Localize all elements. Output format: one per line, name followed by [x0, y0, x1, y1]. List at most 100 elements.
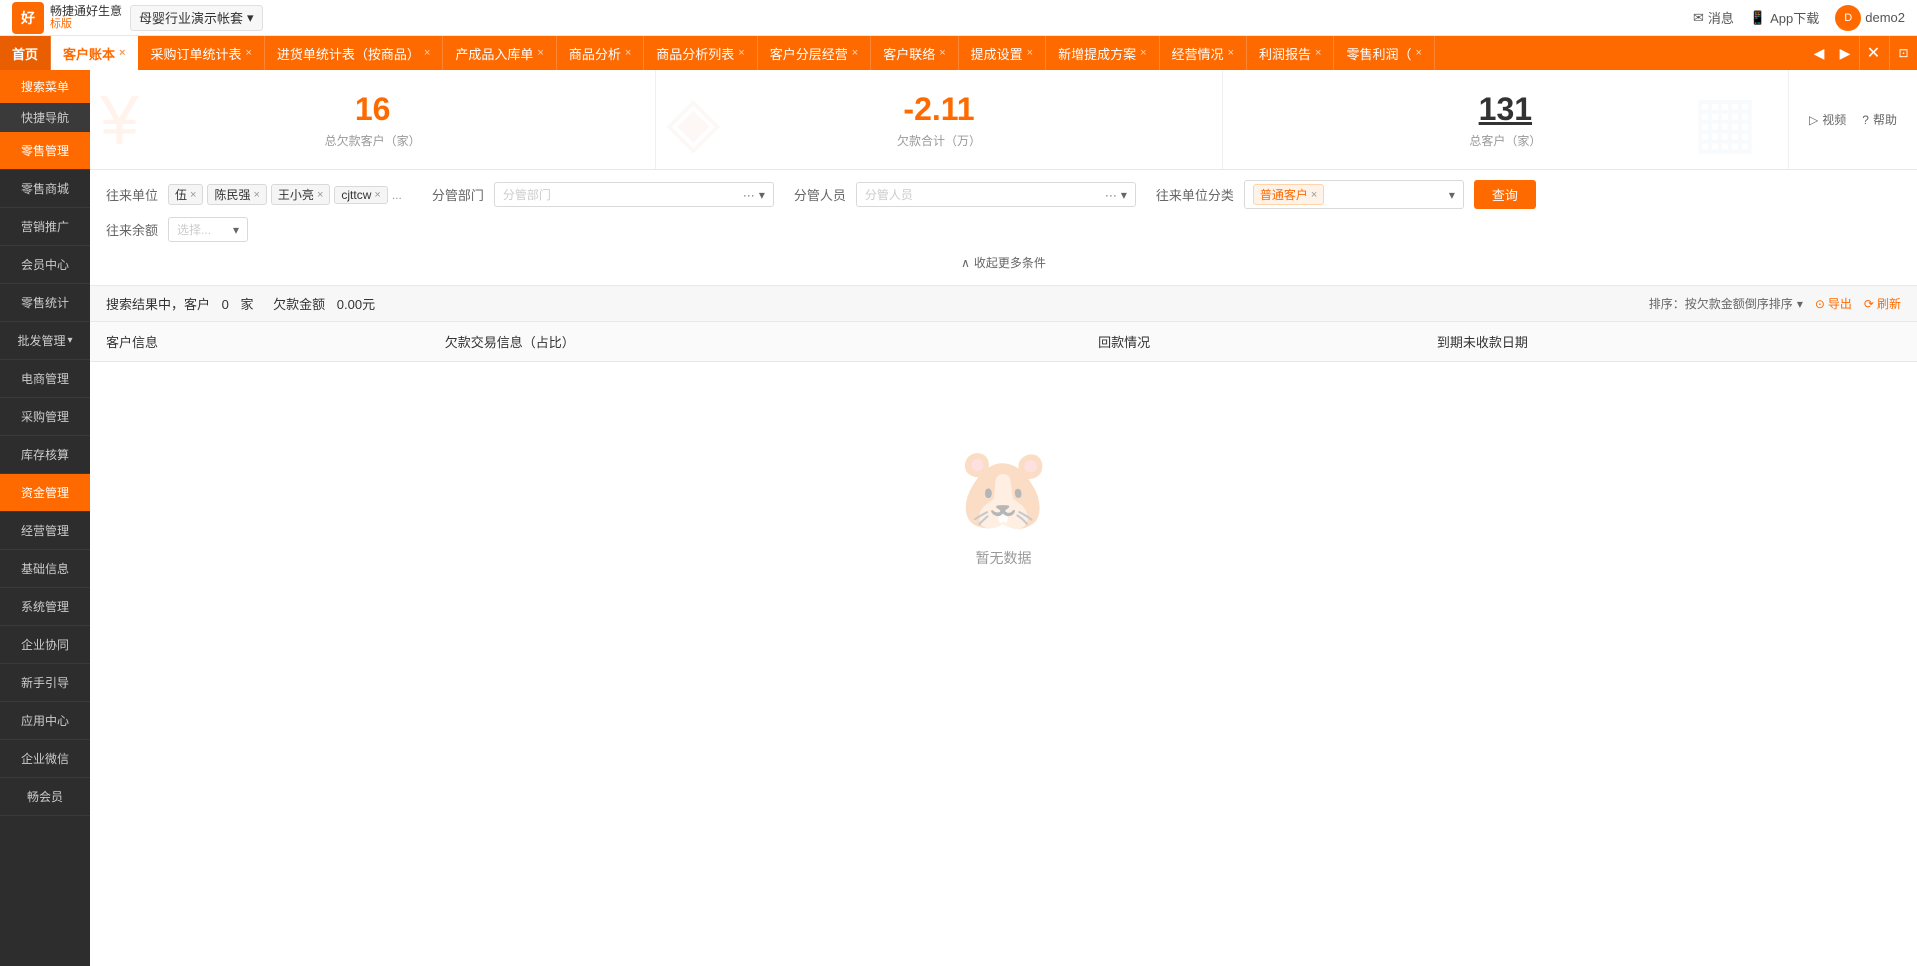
collapse-filter-btn[interactable]: ∧ 收起更多条件 [106, 250, 1901, 275]
remove-tag-company1[interactable]: × [190, 189, 196, 201]
tab-operation-status[interactable]: 经营情况 × [1160, 36, 1247, 70]
sidebar-item-wechat[interactable]: 企业微信 [0, 740, 90, 778]
chevron-down-icon-balance: ▾ [233, 223, 239, 237]
tab-product-entry[interactable]: 产成品入库单 × [443, 36, 556, 70]
nav-close-all[interactable]: ✕ [1859, 36, 1887, 70]
sidebar-item-finance[interactable]: 资金管理 [0, 474, 90, 512]
close-tab-retail-profit[interactable]: × [1415, 47, 1421, 59]
filter-row-2: 往来余额 选择... ▾ [106, 217, 1901, 242]
close-tab-new-promotion[interactable]: × [1140, 47, 1146, 59]
close-tab-customer-contact[interactable]: × [939, 47, 945, 59]
close-tab-customer-segment[interactable]: × [852, 47, 858, 59]
stat-label-debt: 欠款合计（万） [897, 132, 981, 149]
customer-segment-label: 客户分层经营 [770, 44, 848, 63]
remove-tag-company2[interactable]: × [253, 189, 259, 201]
user-profile[interactable]: D demo2 [1835, 5, 1905, 31]
chevron-up-icon: ∧ [961, 256, 970, 270]
tab-customer-account[interactable]: 客户账本 × [51, 36, 138, 70]
industry-selector[interactable]: 母婴行业演示帐套 ▾ [130, 5, 263, 31]
stats-bar: ¥ 16 总欠款客户（家） ◈ -2.11 欠款合计（万） ▦ 131 总客户（… [90, 70, 1917, 170]
close-tab-operation-status[interactable]: × [1228, 47, 1234, 59]
close-tab-profit-report[interactable]: × [1315, 47, 1321, 59]
sidebar-item-member[interactable]: 会员中心 [0, 246, 90, 284]
dept-label: 分管部门 [432, 185, 484, 204]
query-button[interactable]: 查询 [1474, 180, 1536, 209]
chevron-down-icon-dept: ▾ [759, 188, 765, 202]
help-icon: ? [1862, 113, 1869, 127]
tab-purchase-stats[interactable]: 进货单统计表（按商品） × [265, 36, 443, 70]
close-tab-promotion-settings[interactable]: × [1027, 47, 1033, 59]
tab-product-analysis[interactable]: 商品分析 × [557, 36, 644, 70]
sidebar-item-vip[interactable]: 畅会员 [0, 778, 90, 816]
nav-prev-arrow[interactable]: ◀ [1807, 36, 1831, 70]
sidebar-quick-nav[interactable]: 快捷导航 [0, 103, 90, 132]
stat-total-customers: ¥ 16 总欠款客户（家） [90, 70, 656, 169]
filter-tag-company3: 王小亮 × [271, 184, 330, 205]
company-tags: 伍 × 陈民强 × 王小亮 × cjttcw × ... [168, 184, 402, 205]
sidebar-item-retail-stats[interactable]: 零售统计 [0, 284, 90, 322]
sidebar-item-enterprise[interactable]: 企业协同 [0, 626, 90, 664]
refresh-icon: ⟳ [1864, 297, 1874, 311]
filter-more-tags[interactable]: ... [392, 188, 402, 202]
sidebar-item-app-center[interactable]: 应用中心 [0, 702, 90, 740]
remove-tag-company4[interactable]: × [374, 189, 380, 201]
col-debt-info: 欠款交易信息（占比） [429, 322, 1082, 362]
balance-label: 往来余额 [106, 220, 158, 239]
sidebar-item-system[interactable]: 系统管理 [0, 588, 90, 626]
tab-purchase-order[interactable]: 采购订单统计表 × [138, 36, 264, 70]
play-icon: ▷ [1809, 113, 1818, 127]
tab-product-analysis-list[interactable]: 商品分析列表 × [644, 36, 757, 70]
filter-tag-company4: cjttcw × [334, 186, 387, 204]
filter-tag-category: 普通客户 × [1253, 184, 1324, 205]
results-bar: 搜索结果中，客户 0 家 欠款金额 0.00元 排序：按欠款金额倒序排序 ▾ ⊙… [90, 286, 1917, 322]
export-button[interactable]: ⊙ 导出 [1815, 295, 1852, 312]
close-tab-purchase-order[interactable]: × [245, 47, 251, 59]
tab-customer-contact[interactable]: 客户联络 × [871, 36, 958, 70]
nav-next-arrow[interactable]: ▶ [1833, 36, 1857, 70]
sidebar-item-purchase[interactable]: 采购管理 [0, 398, 90, 436]
tab-retail-profit[interactable]: 零售利润（ × [1334, 36, 1434, 70]
refresh-button[interactable]: ⟳ 刷新 [1864, 295, 1901, 312]
balance-select[interactable]: 选择... ▾ [168, 217, 248, 242]
person-select[interactable]: 分管人员 ··· ▾ [856, 182, 1136, 207]
stat-bg-icon-1: ¥ [100, 80, 139, 160]
nav-maximize[interactable]: ⊡ [1889, 36, 1917, 70]
sidebar-item-inventory[interactable]: 库存核算 [0, 436, 90, 474]
video-action[interactable]: ▷ 视频 [1809, 111, 1846, 128]
close-tab-product-entry[interactable]: × [537, 47, 543, 59]
sidebar-item-retail[interactable]: 零售管理 [0, 132, 90, 170]
tab-new-promotion[interactable]: 新增提成方案 × [1046, 36, 1159, 70]
close-tab-product-analysis-list[interactable]: × [738, 47, 744, 59]
sidebar-item-operation[interactable]: 经营管理 [0, 512, 90, 550]
filter-tag-company1: 伍 × [168, 184, 203, 205]
person-more-icon: ··· [1105, 188, 1117, 202]
sidebar-item-wholesale[interactable]: 批发管理 ▾ [0, 322, 90, 360]
sort-select[interactable]: 排序：按欠款金额倒序排序 ▾ [1649, 295, 1803, 312]
sidebar-item-basic-info[interactable]: 基础信息 [0, 550, 90, 588]
close-tab-purchase-stats[interactable]: × [424, 47, 430, 59]
category-select[interactable]: 普通客户 × ▾ [1244, 180, 1464, 209]
message-action[interactable]: ✉ 消息 [1693, 8, 1734, 27]
sidebar-search[interactable]: 搜索菜单 [0, 70, 90, 103]
stat-bg-icon-2: ◈ [666, 80, 720, 162]
tab-profit-report[interactable]: 利润报告 × [1247, 36, 1334, 70]
sidebar-item-marketing[interactable]: 营销推广 [0, 208, 90, 246]
close-tab-customer-account[interactable]: × [119, 47, 125, 59]
tab-customer-segment[interactable]: 客户分层经营 × [758, 36, 871, 70]
close-tab-product-analysis[interactable]: × [625, 47, 631, 59]
tab-promotion-settings[interactable]: 提成设置 × [959, 36, 1046, 70]
sidebar-item-newbie[interactable]: 新手引导 [0, 664, 90, 702]
tab-home[interactable]: 首页 [0, 36, 51, 70]
sidebar-item-ecommerce[interactable]: 电商管理 [0, 360, 90, 398]
dept-more-icon: ··· [743, 188, 755, 202]
filter-tag-company2: 陈民强 × [207, 184, 266, 205]
retail-profit-label: 零售利润（ [1346, 44, 1411, 63]
remove-tag-category[interactable]: × [1311, 189, 1317, 201]
dept-select[interactable]: 分管部门 ··· ▾ [494, 182, 774, 207]
app-download-action[interactable]: 📱 App下载 [1750, 8, 1819, 27]
help-action[interactable]: ? 帮助 [1862, 111, 1897, 128]
remove-tag-company3[interactable]: × [317, 189, 323, 201]
sidebar-item-retail-store[interactable]: 零售商城 [0, 170, 90, 208]
top-bar-left: 好 畅捷通好生意 标版 母婴行业演示帐套 ▾ [12, 2, 263, 34]
empty-icon: 🐹 [954, 442, 1054, 536]
